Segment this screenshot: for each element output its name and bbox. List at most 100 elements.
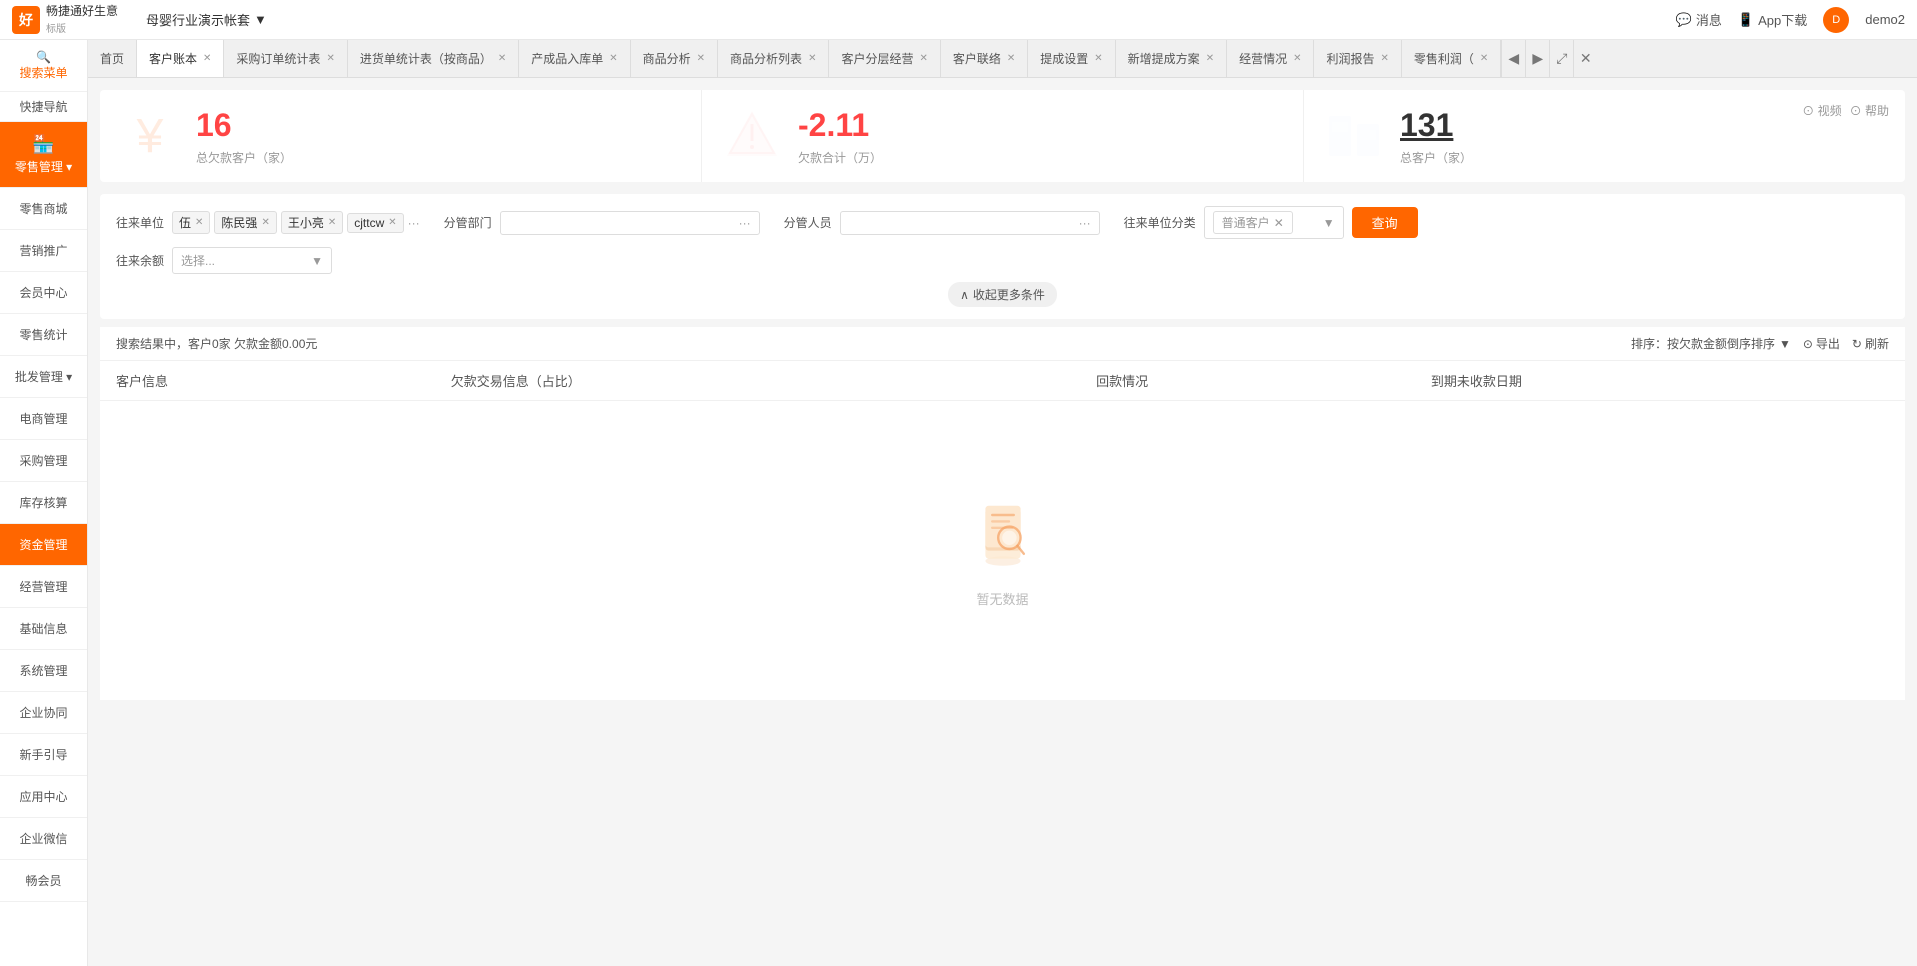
- tab-profit-report[interactable]: 利润报告 ✕: [1314, 40, 1401, 78]
- tab-close-customer-ledger[interactable]: ✕: [203, 53, 211, 64]
- logo-icon: 好: [12, 6, 40, 34]
- username[interactable]: demo2: [1865, 12, 1905, 27]
- tab-product-analysis[interactable]: 商品分析 ✕: [631, 40, 718, 78]
- tab-max-btn[interactable]: ⤢: [1549, 40, 1573, 78]
- sidebar-item-basic-info[interactable]: 基础信息: [0, 608, 87, 650]
- unit-category-select[interactable]: 普通客户 ✕ ▼: [1204, 206, 1344, 239]
- tab-cost-stock-in[interactable]: 产成品入库单 ✕: [519, 40, 630, 78]
- tab-close-customer-segment[interactable]: ✕: [919, 53, 927, 64]
- export-btn[interactable]: ⊙ 导出: [1803, 335, 1840, 352]
- industry-selector[interactable]: 母婴行业演示帐套 ▼: [146, 10, 267, 29]
- message-btn[interactable]: 💬 消息: [1676, 10, 1722, 29]
- tab-close-product-analysis-list[interactable]: ✕: [808, 53, 816, 64]
- collapse-icon: ∧: [960, 288, 969, 302]
- tab-close-retail-profit[interactable]: ✕: [1480, 53, 1488, 64]
- tab-business-situation[interactable]: 经营情况 ✕: [1227, 40, 1314, 78]
- filter-tag-wu[interactable]: 伍 ✕: [172, 211, 210, 234]
- collapse-row: ∧ 收起更多条件: [116, 282, 1889, 307]
- filter-more-btn[interactable]: ···: [408, 216, 420, 230]
- filter-tag-cjttcw[interactable]: cjttcw ✕: [347, 213, 403, 233]
- avatar[interactable]: D: [1823, 7, 1849, 33]
- dept-select[interactable]: ···: [500, 211, 760, 235]
- tab-retail-profit[interactable]: 零售利润（ ✕: [1402, 40, 1501, 78]
- sort-label: 排序：按欠款金额倒序排序: [1631, 335, 1775, 352]
- remove-tag-chen[interactable]: ✕: [261, 217, 269, 228]
- sidebar-item-member-center[interactable]: 会员中心: [0, 272, 87, 314]
- stat-info-2: -2.11 欠款合计（万）: [798, 106, 882, 165]
- tab-stock-stats-by-product[interactable]: 进货单统计表（按商品） ✕: [348, 40, 519, 78]
- tab-close-customer-contact[interactable]: ✕: [1007, 53, 1015, 64]
- sidebar-item-finance[interactable]: 资金管理: [0, 524, 87, 566]
- sidebar-item-newcomer[interactable]: 新手引导: [0, 734, 87, 776]
- tab-customer-ledger[interactable]: 客户账本 ✕: [137, 40, 224, 78]
- remove-category-normal[interactable]: ✕: [1274, 216, 1284, 230]
- sidebar-item-retail-stats[interactable]: 零售统计: [0, 314, 87, 356]
- sidebar-item-retail-mgmt[interactable]: 🏪 零售管理 ▾: [0, 122, 87, 188]
- remove-tag-cjttcw[interactable]: ✕: [388, 217, 396, 228]
- tab-remind-settings[interactable]: 提成设置 ✕: [1028, 40, 1115, 78]
- tab-customer-contact[interactable]: 客户联络 ✕: [941, 40, 1028, 78]
- tab-customer-segment[interactable]: 客户分层经营 ✕: [829, 40, 940, 78]
- tab-close-business-situation[interactable]: ✕: [1293, 53, 1301, 64]
- tab-close-product-analysis[interactable]: ✕: [697, 53, 705, 64]
- sidebar-item-enterprise-wechat[interactable]: 企业微信: [0, 818, 87, 860]
- tab-new-target[interactable]: 新增提成方案 ✕: [1116, 40, 1227, 78]
- sidebar-item-inventory[interactable]: 库存核算: [0, 482, 87, 524]
- app-download-btn[interactable]: 📱 App下载: [1738, 10, 1807, 29]
- filter-tag-wang[interactable]: 王小亮 ✕: [281, 211, 343, 234]
- video-help-btn[interactable]: ⊙ 视频: [1802, 102, 1841, 119]
- doc-help-btn[interactable]: ⊙ 帮助: [1850, 102, 1889, 119]
- quick-nav[interactable]: 快捷导航: [0, 92, 87, 122]
- sidebar-search[interactable]: 🔍 搜索菜单: [0, 40, 87, 92]
- tab-prev-btn[interactable]: ◀: [1501, 40, 1525, 78]
- sidebar-item-app-center[interactable]: 应用中心: [0, 776, 87, 818]
- filter-tag-chen[interactable]: 陈民强 ✕: [214, 211, 276, 234]
- tab-product-analysis-list[interactable]: 商品分析列表 ✕: [718, 40, 829, 78]
- sidebar-item-operations[interactable]: 经营管理: [0, 566, 87, 608]
- tab-home[interactable]: 首页: [88, 40, 137, 78]
- category-chevron-icon: ▼: [1323, 216, 1335, 230]
- sidebar-item-ecommerce[interactable]: 电商管理: [0, 398, 87, 440]
- sort-select[interactable]: 排序：按欠款金额倒序排序 ▼: [1631, 335, 1791, 352]
- manager-select[interactable]: ···: [840, 211, 1100, 235]
- filter-area: 往来单位 伍 ✕ 陈民强 ✕ 王小亮 ✕: [100, 194, 1905, 319]
- collapse-button[interactable]: ∧ 收起更多条件: [948, 282, 1057, 307]
- tab-close-new-target[interactable]: ✕: [1206, 53, 1214, 64]
- results-bar-right: 排序：按欠款金额倒序排序 ▼ ⊙ 导出 ↻ 刷新: [1631, 335, 1889, 352]
- unit-filter-label: 往来单位: [116, 214, 164, 231]
- tab-close-profit-report[interactable]: ✕: [1381, 53, 1389, 64]
- query-button[interactable]: 查询: [1352, 207, 1418, 238]
- sidebar-item-corp-coop[interactable]: 企业协同: [0, 692, 87, 734]
- col-arrears-info: 欠款交易信息（占比）: [435, 361, 1080, 401]
- export-icon: ⊙: [1803, 337, 1813, 351]
- search-label: 搜索菜单: [8, 64, 79, 81]
- sidebar-item-retail-mall[interactable]: 零售商城: [0, 188, 87, 230]
- tab-next-btn[interactable]: ▶: [1525, 40, 1549, 78]
- tab-purchase-order-stats[interactable]: 采购订单统计表 ✕: [224, 40, 347, 78]
- tab-close-all-btn[interactable]: ✕: [1573, 40, 1597, 78]
- refresh-btn[interactable]: ↻ 刷新: [1852, 335, 1889, 352]
- data-table: 客户信息 欠款交易信息（占比） 回款情况 到期未收款日期: [100, 361, 1905, 701]
- balance-filter-label: 往来余额: [116, 252, 164, 269]
- stat-card-arrears: -2.11 欠款合计（万）: [702, 90, 1304, 182]
- page-content: ¥ 16 总欠款客户（家）: [88, 78, 1917, 966]
- balance-select[interactable]: 选择... ▼: [172, 247, 332, 274]
- empty-icon: [963, 493, 1043, 573]
- table-wrapper: 搜索结果中，客户0家 欠款金额0.00元 排序：按欠款金额倒序排序 ▼ ⊙ 导出…: [100, 327, 1905, 701]
- tab-close-purchase-order-stats[interactable]: ✕: [326, 53, 334, 64]
- sidebar-item-vip-member[interactable]: 畅会员: [0, 860, 87, 902]
- sidebar-item-wholesale-mgmt[interactable]: 批发管理 ▾: [0, 356, 87, 398]
- remove-tag-wang[interactable]: ✕: [328, 217, 336, 228]
- tab-close-stock-stats-by-product[interactable]: ✕: [498, 53, 506, 64]
- tab-close-remind-settings[interactable]: ✕: [1094, 53, 1102, 64]
- sidebar-item-marketing[interactable]: 营销推广: [0, 230, 87, 272]
- sidebar-item-purchase[interactable]: 采购管理: [0, 440, 87, 482]
- sidebar-item-system[interactable]: 系统管理: [0, 650, 87, 692]
- dept-filter-label: 分管部门: [444, 214, 492, 231]
- empty-state: 暂无数据: [116, 413, 1889, 688]
- header-right: 💬 消息 📱 App下载 D demo2: [1676, 7, 1905, 33]
- table-header-row: 客户信息 欠款交易信息（占比） 回款情况 到期未收款日期: [100, 361, 1905, 401]
- stat-number-arrears: -2.11: [798, 106, 882, 144]
- remove-tag-wu[interactable]: ✕: [195, 217, 203, 228]
- tab-close-cost-stock-in[interactable]: ✕: [609, 53, 617, 64]
